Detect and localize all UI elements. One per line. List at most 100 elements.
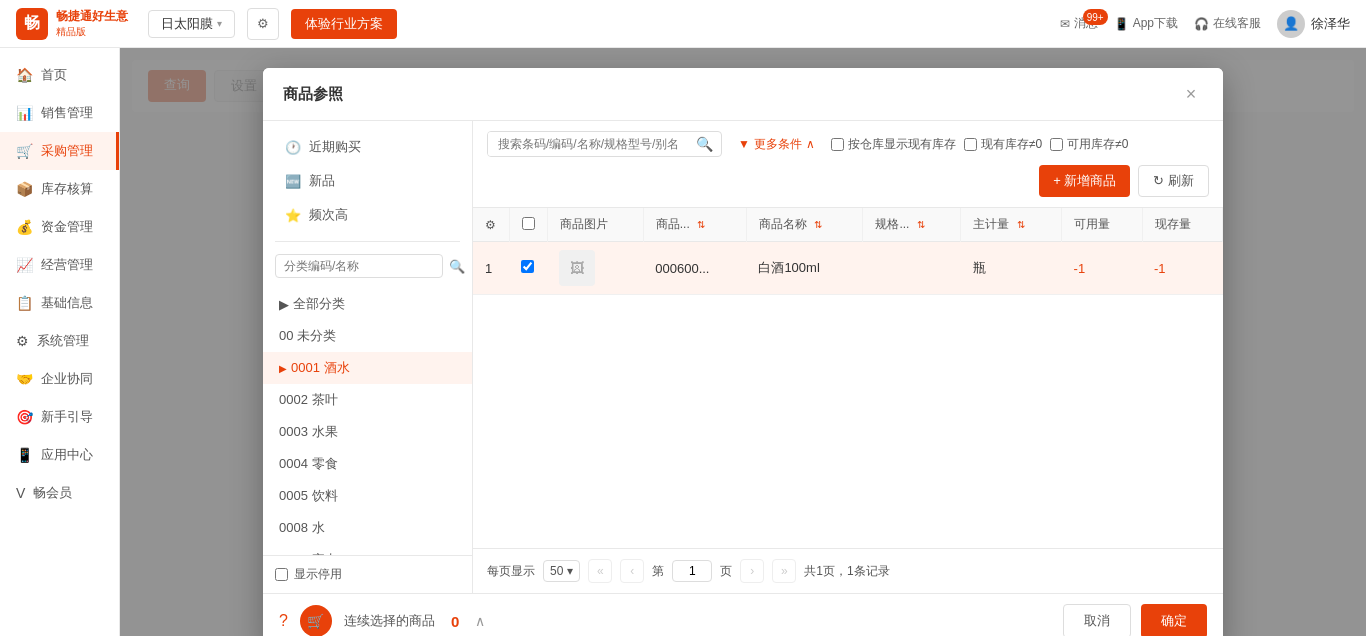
row-stock: -1 [1142, 242, 1222, 295]
page-total: 共1页，1条记录 [804, 563, 889, 580]
settings-icon[interactable]: ⚙ [247, 8, 279, 40]
new-icon: 🆕 [285, 174, 301, 189]
left-footer: 显示停用 [263, 555, 472, 593]
prev-page-btn[interactable]: ‹ [620, 559, 644, 583]
refresh-button[interactable]: ↻ 刷新 [1138, 165, 1209, 197]
page-number-input[interactable] [672, 560, 712, 582]
help-icon: ? [279, 612, 288, 629]
sidebar-item-apps[interactable]: 📱 应用中心 [0, 436, 119, 474]
category-search-icon[interactable]: 🔍 [449, 259, 465, 274]
purchase-icon: 🛒 [16, 143, 33, 159]
row-index: 1 [473, 242, 509, 295]
show-disabled-label[interactable]: 显示停用 [294, 566, 342, 583]
help-button[interactable]: ? [279, 612, 288, 630]
home-icon: 🏠 [16, 67, 33, 83]
confirm-button[interactable]: 确定 [1141, 604, 1207, 636]
th-checkbox [509, 208, 547, 242]
th-code[interactable]: 商品... ⇅ [643, 208, 746, 242]
modal-close-button[interactable]: × [1179, 82, 1203, 106]
phone-icon: 📱 [1114, 17, 1129, 31]
modal-footer: ? 🛒 连续选择的商品 0 ∧ 取消 确定 [263, 593, 1223, 636]
sidebar-item-collab[interactable]: 🤝 企业协同 [0, 360, 119, 398]
tab-frequent[interactable]: ⭐ 频次高 [275, 199, 460, 231]
filter-button[interactable]: ▼ 更多条件 ∧ [730, 132, 823, 157]
headset-icon: 🎧 [1194, 17, 1209, 31]
sidebar-item-business[interactable]: 📈 经营管理 [0, 246, 119, 284]
tab-new-products[interactable]: 🆕 新品 [275, 165, 460, 197]
sales-icon: 📊 [16, 105, 33, 121]
th-name[interactable]: 商品名称 ⇅ [746, 208, 862, 242]
sidebar-item-purchase[interactable]: 🛒 采购管理 [0, 132, 119, 170]
stock-nonzero-checkbox[interactable] [964, 138, 977, 151]
checkbox-warehouse[interactable]: 按仓库显示现有库存 [831, 136, 956, 153]
show-disabled-checkbox[interactable] [275, 568, 288, 581]
footer-collapse-icon[interactable]: ∧ [475, 613, 485, 629]
filter-up-icon: ∧ [806, 137, 815, 151]
category-list: ▶ 全部分类 00 未分类 ▶ 0001 酒水 0002 茶 [263, 284, 472, 555]
checkbox-available-nonzero[interactable]: 可用库存≠0 [1050, 136, 1128, 153]
per-page-select[interactable]: 50 ▾ [543, 560, 580, 582]
product-search-icon[interactable]: 🔍 [688, 136, 721, 152]
sidebar-item-stock[interactable]: 📦 库存核算 [0, 170, 119, 208]
online-service-btn[interactable]: 🎧 在线客服 [1194, 15, 1261, 32]
apps-icon: 📱 [16, 447, 33, 463]
image-placeholder-icon: 🖼 [570, 260, 584, 276]
username: 徐泽华 [1311, 15, 1350, 33]
available-nonzero-checkbox[interactable] [1050, 138, 1063, 151]
last-page-btn[interactable]: » [772, 559, 796, 583]
modal-header: 商品参照 × [263, 68, 1223, 121]
footer-actions: 取消 确定 [1063, 604, 1207, 636]
select-all-checkbox[interactable] [522, 217, 535, 230]
store-selector[interactable]: 日太阳膜 ▾ [148, 10, 235, 38]
per-page-label: 每页显示 [487, 563, 535, 580]
tab-recent-purchase[interactable]: 🕐 近期购买 [275, 131, 460, 163]
sidebar-item-sales[interactable]: 📊 销售管理 [0, 94, 119, 132]
category-0003[interactable]: 0003 水果 [263, 416, 472, 448]
spec-sort-icon: ⇅ [917, 219, 925, 230]
category-search-input[interactable] [275, 254, 443, 278]
app-download-btn[interactable]: 📱 App下载 [1114, 15, 1178, 32]
product-search-input[interactable] [488, 132, 688, 156]
category-all[interactable]: ▶ 全部分类 [263, 288, 472, 320]
th-settings[interactable]: ⚙ [473, 208, 509, 242]
messages-btn[interactable]: ✉ 消息 99+ [1060, 15, 1098, 32]
category-0004[interactable]: 0004 零食 [263, 448, 472, 480]
th-unit[interactable]: 主计量 ⇅ [961, 208, 1062, 242]
page-label: 第 [652, 563, 664, 580]
th-stock: 现存量 [1142, 208, 1222, 242]
row-code: 000600... [643, 242, 746, 295]
sidebar-item-finance[interactable]: 💰 资金管理 [0, 208, 119, 246]
sidebar-item-member[interactable]: V 畅会员 [0, 474, 119, 512]
next-page-btn[interactable]: › [740, 559, 764, 583]
add-product-button[interactable]: + 新增商品 [1039, 165, 1130, 197]
table-row[interactable]: 1 🖼 [473, 242, 1223, 295]
warehouse-checkbox[interactable] [831, 138, 844, 151]
selected-label: 连续选择的商品 [344, 612, 435, 630]
left-tabs: 🕐 近期购买 🆕 新品 ⭐ 频次高 [263, 121, 472, 235]
category-0005[interactable]: 0005 饮料 [263, 480, 472, 512]
sidebar-item-basics[interactable]: 📋 基础信息 [0, 284, 119, 322]
sidebar-item-system[interactable]: ⚙ 系统管理 [0, 322, 119, 360]
category-0002[interactable]: 0002 茶叶 [263, 384, 472, 416]
cancel-button[interactable]: 取消 [1063, 604, 1131, 636]
th-spec[interactable]: 规格... ⇅ [863, 208, 961, 242]
category-search: 🔍 [263, 248, 472, 284]
modal: 商品参照 × 🕐 近期购买 🆕 [263, 68, 1223, 636]
avatar: 👤 [1277, 10, 1305, 38]
member-icon: V [16, 485, 25, 501]
first-page-btn[interactable]: « [588, 559, 612, 583]
user-area[interactable]: 👤 徐泽华 [1277, 10, 1350, 38]
right-panel: 🔍 ▼ 更多条件 ∧ 按仓库显示现有库存 [473, 121, 1223, 593]
category-00[interactable]: 00 未分类 [263, 320, 472, 352]
row-checkbox[interactable] [521, 260, 534, 273]
checkbox-stock-nonzero[interactable]: 现有库存≠0 [964, 136, 1042, 153]
cart-button[interactable]: 🛒 [300, 605, 332, 636]
category-0001[interactable]: ▶ 0001 酒水 [263, 352, 472, 384]
category-0008[interactable]: 0008 水 [263, 512, 472, 544]
pagination-bar: 每页显示 50 ▾ « ‹ 第 页 › » 共1页 [473, 548, 1223, 593]
trial-button[interactable]: 体验行业方案 [291, 9, 397, 39]
category-0010[interactable]: 0010 家电 [263, 544, 472, 555]
sidebar-item-guide[interactable]: 🎯 新手引导 [0, 398, 119, 436]
sidebar-item-home[interactable]: 🏠 首页 [0, 56, 119, 94]
topnav-right: ✉ 消息 99+ 📱 App下载 🎧 在线客服 👤 徐泽华 [1060, 10, 1350, 38]
